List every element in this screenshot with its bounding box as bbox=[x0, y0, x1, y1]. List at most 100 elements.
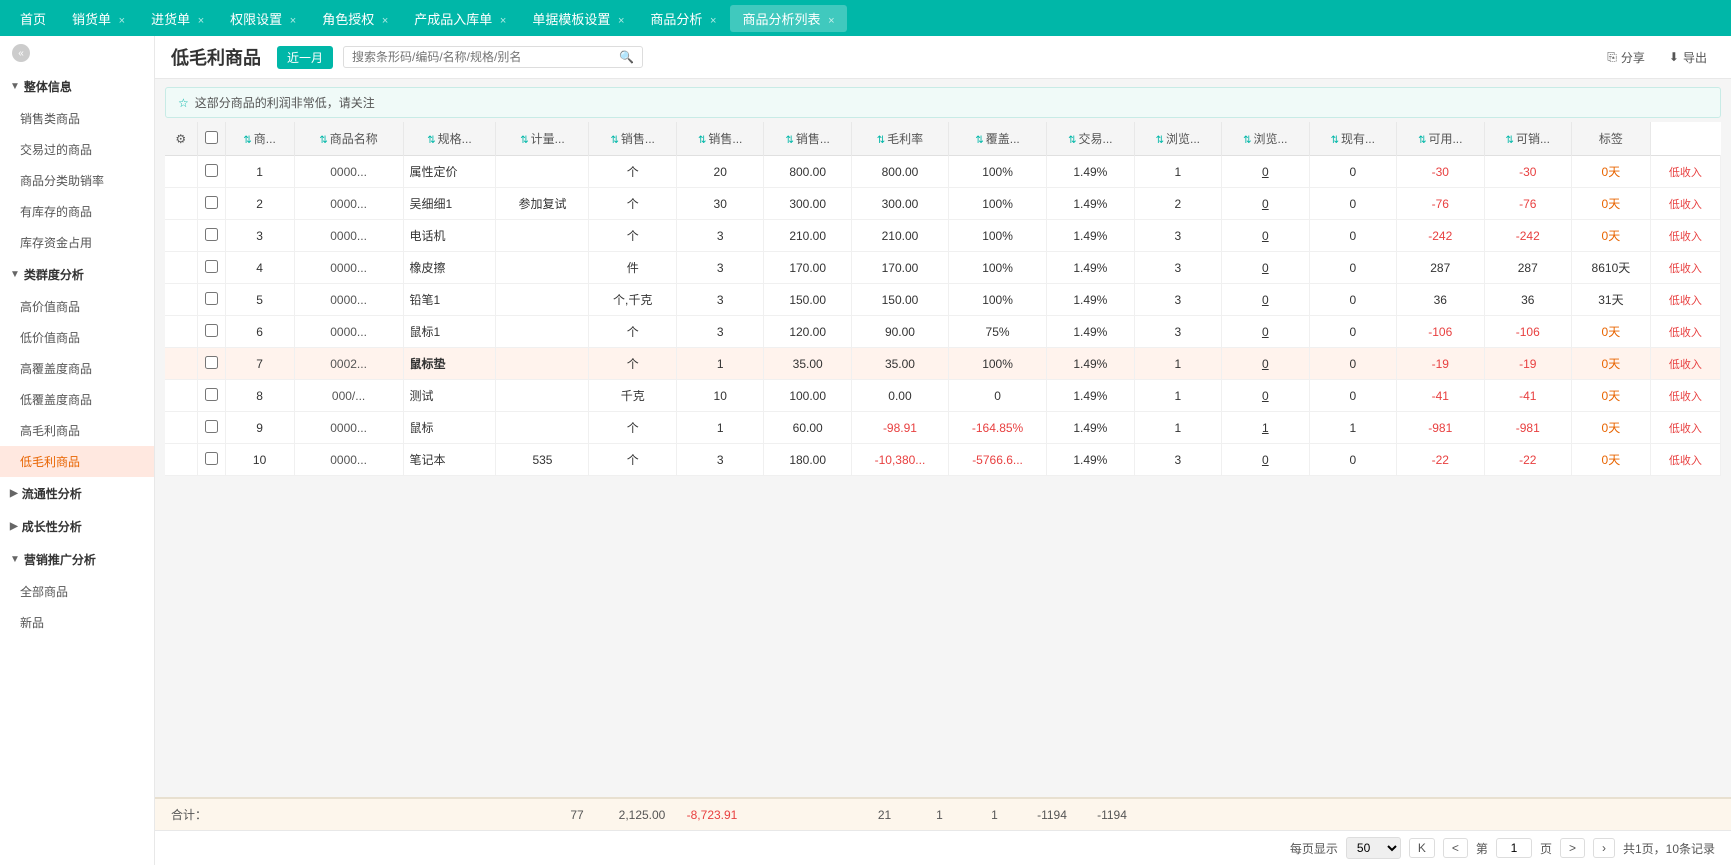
prev-page-button[interactable]: < bbox=[1443, 838, 1468, 858]
row-view1[interactable]: 0 bbox=[1222, 348, 1309, 380]
last-page-button[interactable]: › bbox=[1593, 838, 1615, 858]
close-icon[interactable]: × bbox=[828, 15, 834, 27]
sidebar-item-in-stock[interactable]: 有库存的商品 bbox=[0, 196, 154, 227]
row-view1[interactable]: 0 bbox=[1222, 188, 1309, 220]
row-checkbox[interactable] bbox=[197, 220, 225, 252]
col-name[interactable]: ⇅商品名称 bbox=[294, 122, 403, 156]
col-available[interactable]: ⇅可用... bbox=[1397, 122, 1484, 156]
col-sellable[interactable]: ⇅可销... bbox=[1484, 122, 1571, 156]
row-view1[interactable]: 0 bbox=[1222, 284, 1309, 316]
sidebar-item-high-coverage[interactable]: 高覆盖度商品 bbox=[0, 353, 154, 384]
close-icon[interactable]: × bbox=[500, 15, 506, 27]
row-checkbox[interactable] bbox=[197, 444, 225, 476]
close-icon[interactable]: × bbox=[119, 15, 125, 27]
sidebar-section-growth[interactable]: ▶ 成长性分析 bbox=[0, 510, 154, 543]
row-view1[interactable]: 0 bbox=[1222, 380, 1309, 412]
row-checkbox[interactable] bbox=[197, 252, 225, 284]
nav-permissions[interactable]: 权限设置 × bbox=[218, 5, 308, 32]
nav-home[interactable]: 首页 bbox=[8, 5, 58, 32]
select-all-checkbox[interactable] bbox=[205, 131, 218, 144]
close-icon[interactable]: × bbox=[618, 15, 624, 27]
col-current[interactable]: ⇅现有... bbox=[1309, 122, 1396, 156]
sidebar-section-overall[interactable]: ▼ 整体信息 bbox=[0, 70, 154, 103]
sidebar-item-all-products[interactable]: 全部商品 bbox=[0, 576, 154, 607]
nav-sales-order[interactable]: 销货单 × bbox=[60, 5, 137, 32]
col-coverage[interactable]: ⇅覆盖... bbox=[949, 122, 1047, 156]
row-product-name[interactable]: 鼠标 bbox=[403, 412, 496, 444]
col-unit[interactable]: ⇅计量... bbox=[496, 122, 589, 156]
col-sales-qty[interactable]: ⇅销售... bbox=[589, 122, 676, 156]
row-select-checkbox[interactable] bbox=[205, 324, 218, 337]
search-input[interactable] bbox=[352, 50, 619, 64]
first-page-button[interactable]: K bbox=[1409, 838, 1435, 858]
col-settings[interactable]: ⚙ bbox=[165, 122, 197, 156]
sidebar-item-high-value[interactable]: 高价值商品 bbox=[0, 291, 154, 322]
row-select-checkbox[interactable] bbox=[205, 452, 218, 465]
page-number-input[interactable] bbox=[1496, 838, 1532, 858]
col-view2[interactable]: ⇅浏览... bbox=[1222, 122, 1309, 156]
sidebar-section-marketing[interactable]: ▼ 营销推广分析 bbox=[0, 543, 154, 576]
row-checkbox[interactable] bbox=[197, 348, 225, 380]
row-product-name[interactable]: 吴细细1 bbox=[403, 188, 496, 220]
col-view1[interactable]: ⇅浏览... bbox=[1134, 122, 1221, 156]
time-filter-button[interactable]: 近一月 bbox=[277, 46, 333, 69]
row-select-checkbox[interactable] bbox=[205, 420, 218, 433]
row-product-name[interactable]: 铅笔1 bbox=[403, 284, 496, 316]
row-checkbox[interactable] bbox=[197, 188, 225, 220]
sidebar-item-stock-capital[interactable]: 库存资金占用 bbox=[0, 227, 154, 258]
row-select-checkbox[interactable] bbox=[205, 356, 218, 369]
row-view1[interactable]: 0 bbox=[1222, 444, 1309, 476]
sidebar-item-category-sales-rate[interactable]: 商品分类助销率 bbox=[0, 165, 154, 196]
nav-product-analysis[interactable]: 商品分析 × bbox=[638, 5, 728, 32]
sidebar-item-low-value[interactable]: 低价值商品 bbox=[0, 322, 154, 353]
row-view1[interactable]: 0 bbox=[1222, 220, 1309, 252]
row-select-checkbox[interactable] bbox=[205, 260, 218, 273]
row-view1[interactable]: 1 bbox=[1222, 412, 1309, 444]
col-sales-profit[interactable]: ⇅销售... bbox=[764, 122, 851, 156]
row-product-name[interactable]: 橡皮擦 bbox=[403, 252, 496, 284]
col-checkbox[interactable] bbox=[197, 122, 225, 156]
row-view1[interactable]: 0 bbox=[1222, 252, 1309, 284]
sidebar-item-high-margin[interactable]: 高毛利商品 bbox=[0, 415, 154, 446]
row-select-checkbox[interactable] bbox=[205, 388, 218, 401]
close-icon[interactable]: × bbox=[290, 15, 296, 27]
col-code[interactable]: ⇅商... bbox=[225, 122, 294, 156]
nav-template-settings[interactable]: 单据模板设置 × bbox=[520, 5, 636, 32]
sidebar-item-new-products[interactable]: 新品 bbox=[0, 607, 154, 638]
col-tag[interactable]: 标签 bbox=[1572, 122, 1651, 156]
nav-product-entry[interactable]: 产成品入库单 × bbox=[402, 5, 518, 32]
row-checkbox[interactable] bbox=[197, 284, 225, 316]
sidebar-item-low-coverage[interactable]: 低覆盖度商品 bbox=[0, 384, 154, 415]
row-checkbox[interactable] bbox=[197, 380, 225, 412]
sidebar-collapse-btn[interactable]: « bbox=[12, 44, 30, 62]
row-select-checkbox[interactable] bbox=[205, 292, 218, 305]
close-icon[interactable]: × bbox=[382, 15, 388, 27]
col-sales-price[interactable]: ⇅销售... bbox=[676, 122, 763, 156]
row-checkbox[interactable] bbox=[197, 412, 225, 444]
next-page-button[interactable]: > bbox=[1560, 838, 1585, 858]
row-view1[interactable]: 0 bbox=[1222, 156, 1309, 188]
sidebar-section-cluster[interactable]: ▼ 类群度分析 bbox=[0, 258, 154, 291]
share-button[interactable]: ⎘ 分享 bbox=[1599, 46, 1653, 69]
row-product-name[interactable]: 电话机 bbox=[403, 220, 496, 252]
page-size-select[interactable]: 10 20 50 100 bbox=[1346, 837, 1401, 859]
row-view1[interactable]: 0 bbox=[1222, 316, 1309, 348]
row-checkbox[interactable] bbox=[197, 156, 225, 188]
col-gross-margin[interactable]: ⇅毛利率 bbox=[851, 122, 948, 156]
close-icon[interactable]: × bbox=[710, 15, 716, 27]
row-product-name[interactable]: 鼠标垫 bbox=[403, 348, 496, 380]
search-icon[interactable]: 🔍 bbox=[619, 50, 634, 64]
sidebar-item-sales-products[interactable]: 销售类商品 bbox=[0, 103, 154, 134]
row-product-name[interactable]: 属性定价 bbox=[403, 156, 496, 188]
export-button[interactable]: ⬇ 导出 bbox=[1661, 46, 1715, 69]
sidebar-item-traded-products[interactable]: 交易过的商品 bbox=[0, 134, 154, 165]
close-icon[interactable]: × bbox=[198, 15, 204, 27]
nav-product-analysis-list[interactable]: 商品分析列表 × bbox=[730, 5, 846, 32]
row-product-name[interactable]: 笔记本 bbox=[403, 444, 496, 476]
col-spec[interactable]: ⇅规格... bbox=[403, 122, 496, 156]
row-checkbox[interactable] bbox=[197, 316, 225, 348]
sidebar-item-low-margin[interactable]: 低毛利商品 bbox=[0, 446, 154, 477]
row-select-checkbox[interactable] bbox=[205, 228, 218, 241]
sidebar-section-circulation[interactable]: ▶ 流通性分析 bbox=[0, 477, 154, 510]
col-trade[interactable]: ⇅交易... bbox=[1047, 122, 1134, 156]
